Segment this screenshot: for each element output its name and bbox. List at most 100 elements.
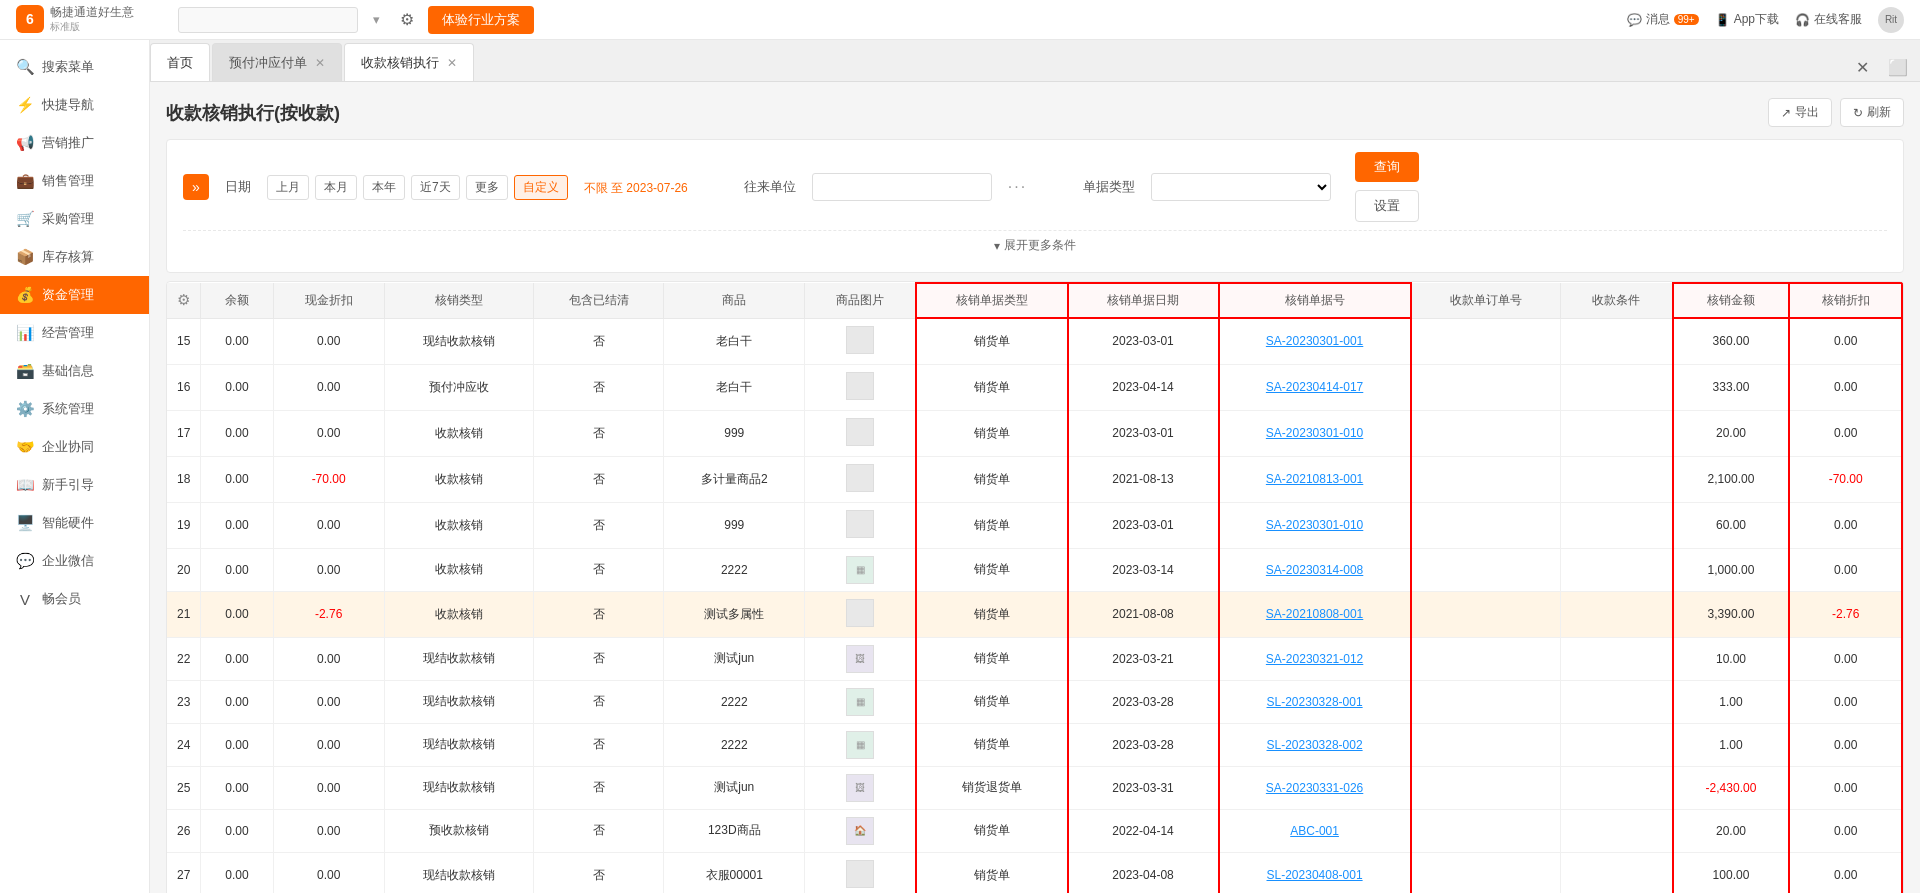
cell-cash-discount: 0.00 [273,723,384,766]
cell-bill-no[interactable]: SA-20230331-026 [1219,766,1411,809]
cell-goods-img[interactable]: 🖼 [805,637,917,680]
sidebar-item-collab[interactable]: 🤝 企业协同 [0,428,149,466]
sidebar-item-guide[interactable]: 📖 新手引导 [0,466,149,504]
cell-bill-no[interactable]: SA-20230301-010 [1219,410,1411,456]
cell-discount: 0.00 [1789,766,1902,809]
sidebar-item-marketing[interactable]: 📢 营销推广 [0,124,149,162]
setting-button[interactable]: 设置 [1355,190,1419,222]
online-service-area[interactable]: 🎧 在线客服 [1795,11,1862,28]
sidebar-item-hardware[interactable]: 🖥️ 智能硬件 [0,504,149,542]
operations-icon: 📊 [16,324,34,342]
sidebar-item-nav[interactable]: ⚡ 快捷导航 [0,86,149,124]
sidebar-item-operations[interactable]: 📊 经营管理 [0,314,149,352]
date-btn-7days[interactable]: 近7天 [411,175,460,200]
tab-prepayment[interactable]: 预付冲应付单 ✕ [212,43,342,81]
sidebar-item-basic[interactable]: 🗃️ 基础信息 [0,352,149,390]
solution-button[interactable]: 体验行业方案 [428,6,534,34]
cell-balance: 0.00 [201,766,273,809]
cell-settled: 否 [534,502,664,548]
sidebar-label-system: 系统管理 [42,400,94,418]
cell-receipt-no [1411,852,1561,893]
settings-gear-icon[interactable]: ⚙ [394,7,420,33]
counterparty-input[interactable] [812,173,992,201]
app-download-area[interactable]: 📱 App下载 [1715,11,1779,28]
cell-goods-img[interactable] [805,318,917,364]
tab-receipt-writeoff[interactable]: 收款核销执行 ✕ [344,43,474,81]
table-row: 25 0.00 0.00 现结收款核销 否 测试jun 🖼 销货退货单 2023… [167,766,1902,809]
cell-bill-no[interactable]: SA-20230414-017 [1219,364,1411,410]
top-search-input[interactable] [178,7,358,33]
bill-type-select[interactable] [1151,173,1331,201]
cell-goods-img[interactable]: ▦ [805,548,917,591]
table-row: 16 0.00 0.00 预付冲应收 否 老白干 销货单 2023-04-14 … [167,364,1902,410]
cell-goods-img[interactable]: 🖼 [805,766,917,809]
date-btn-last-month[interactable]: 上月 [267,175,309,200]
message-badge: 99+ [1674,14,1699,25]
cell-goods-img[interactable] [805,410,917,456]
cell-settled: 否 [534,723,664,766]
expand-conditions-button[interactable]: ▾ 展开更多条件 [183,230,1887,260]
export-button[interactable]: ↗ 导出 [1768,98,1832,127]
cell-goods-img[interactable] [805,456,917,502]
date-btn-this-year[interactable]: 本年 [363,175,405,200]
message-area[interactable]: 💬 消息 99+ [1627,11,1699,28]
cell-goods-img[interactable] [805,364,917,410]
cell-goods-img[interactable]: ▦ [805,680,917,723]
cell-goods-img[interactable] [805,591,917,637]
tab-receipt-writeoff-close[interactable]: ✕ [447,56,457,70]
search-dropdown-icon[interactable]: ▾ [366,7,386,33]
cell-bill-no[interactable]: SL-20230328-001 [1219,680,1411,723]
sidebar-item-sales[interactable]: 💼 销售管理 [0,162,149,200]
cell-bill-no[interactable]: SA-20230301-010 [1219,502,1411,548]
tab-prepayment-close[interactable]: ✕ [315,56,325,70]
sidebar-item-inventory[interactable]: 📦 库存核算 [0,238,149,276]
cell-bill-no[interactable]: ABC-001 [1219,809,1411,852]
cell-goods-img[interactable]: ▦ [805,723,917,766]
cell-balance: 0.00 [201,680,273,723]
cell-goods-img[interactable] [805,852,917,893]
cell-bill-no[interactable]: SL-20230328-002 [1219,723,1411,766]
tab-expand-action[interactable]: ⬜ [1884,53,1912,81]
user-avatar[interactable]: Rit [1878,7,1904,33]
cell-receipt-cond [1561,591,1673,637]
cell-bill-no[interactable]: SA-20230301-001 [1219,318,1411,364]
cell-goods: 123D商品 [664,809,805,852]
sidebar-item-member[interactable]: V 畅会员 [0,580,149,618]
cell-type: 收款核销 [384,456,533,502]
cell-goods-img[interactable]: 🏠 [805,809,917,852]
cell-type: 现结收款核销 [384,680,533,723]
tab-close-action[interactable]: ✕ [1848,53,1876,81]
sidebar-label-nav: 快捷导航 [42,96,94,114]
cell-receipt-cond [1561,548,1673,591]
filter-toggle-button[interactable]: » [183,174,209,200]
sidebar-item-system[interactable]: ⚙️ 系统管理 [0,390,149,428]
cell-bill-no[interactable]: SL-20230408-001 [1219,852,1411,893]
tab-home[interactable]: 首页 [150,43,210,81]
cell-amount: 1.00 [1673,723,1790,766]
sidebar-item-purchase[interactable]: 🛒 采购管理 [0,200,149,238]
cell-bill-no[interactable]: SA-20210808-001 [1219,591,1411,637]
sidebar-label-purchase: 采购管理 [42,210,94,228]
date-btn-custom[interactable]: 自定义 [514,175,568,200]
col-goods: 商品 [664,283,805,318]
cell-bill-no[interactable]: SA-20230314-008 [1219,548,1411,591]
cell-bill-no[interactable]: SA-20210813-001 [1219,456,1411,502]
message-label: 消息 [1646,11,1670,28]
cell-type: 现结收款核销 [384,318,533,364]
cell-bill-type: 销货单 [916,456,1067,502]
cell-receipt-no [1411,723,1561,766]
cell-goods-img[interactable] [805,502,917,548]
table-row: 21 0.00 -2.76 收款核销 否 测试多属性 销货单 2021-08-0… [167,591,1902,637]
cell-cash-discount: 0.00 [273,548,384,591]
sidebar-item-search[interactable]: 🔍 搜索菜单 [0,48,149,86]
refresh-button[interactable]: ↻ 刷新 [1840,98,1904,127]
col-settings[interactable]: ⚙ [167,283,201,318]
cell-bill-no[interactable]: SA-20230321-012 [1219,637,1411,680]
finance-icon: 💰 [16,286,34,304]
date-btn-more[interactable]: 更多 [466,175,508,200]
date-btn-this-month[interactable]: 本月 [315,175,357,200]
query-button[interactable]: 查询 [1355,152,1419,182]
purchase-icon: 🛒 [16,210,34,228]
sidebar-item-wechat[interactable]: 💬 企业微信 [0,542,149,580]
sidebar-item-finance[interactable]: 💰 资金管理 [0,276,149,314]
